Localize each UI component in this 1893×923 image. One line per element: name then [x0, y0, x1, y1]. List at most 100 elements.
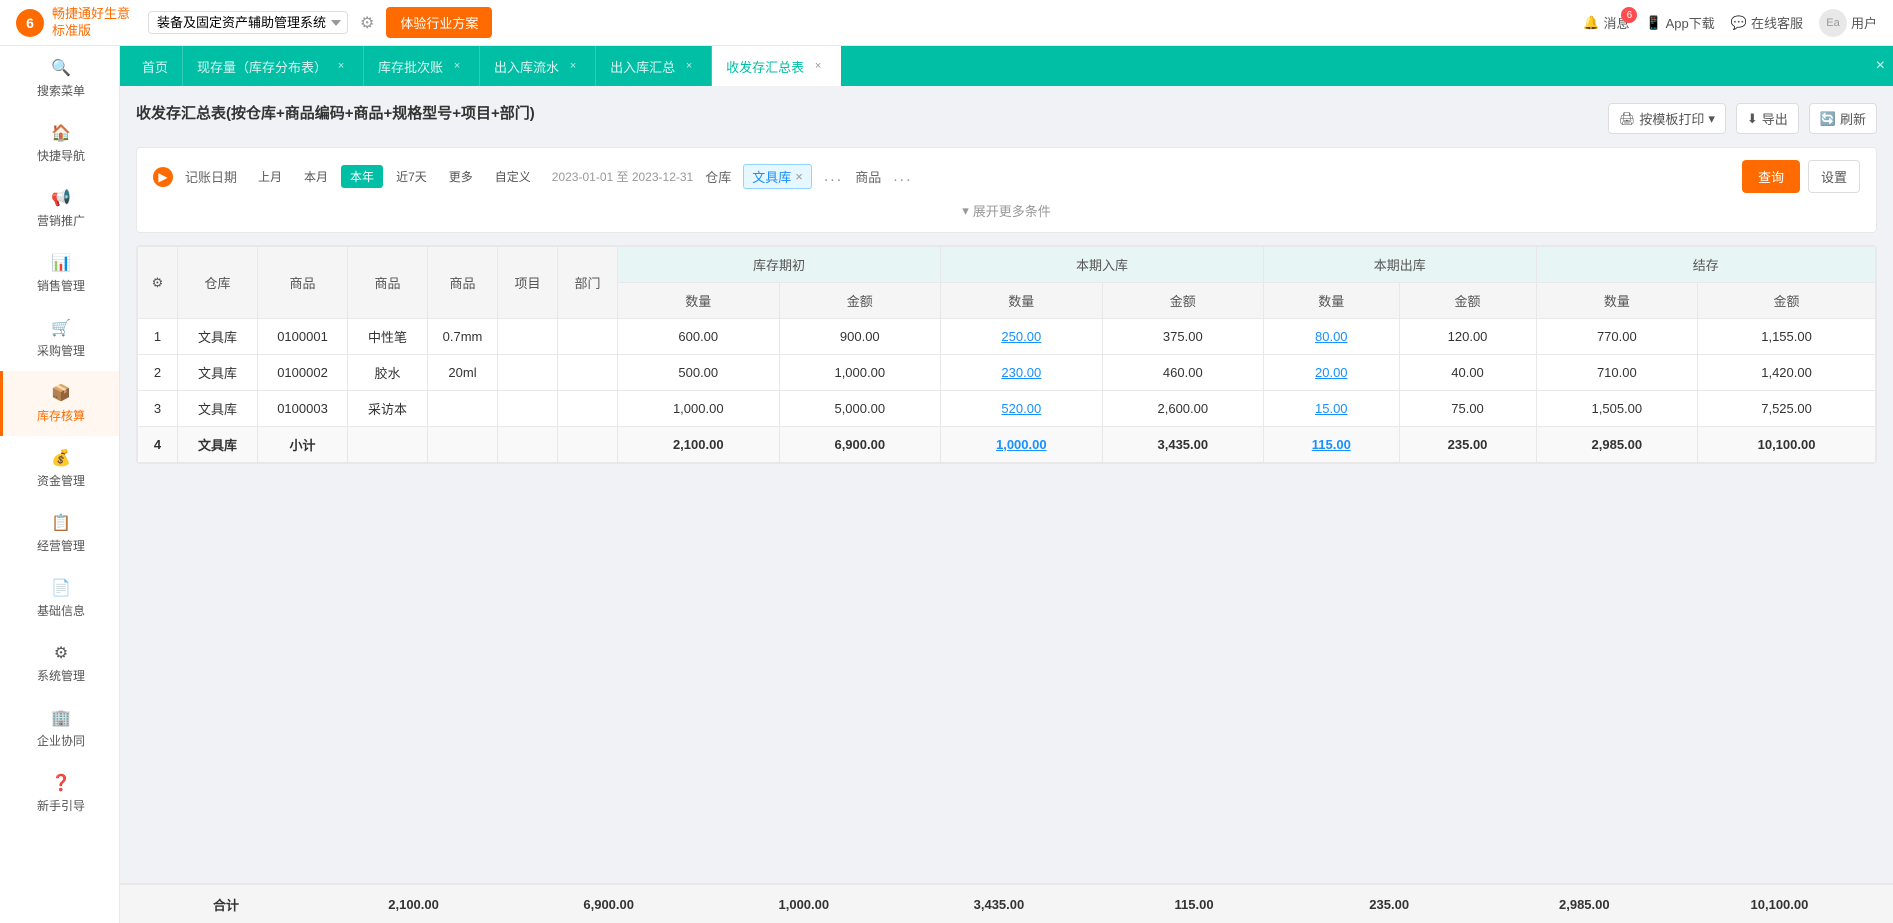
trial-button[interactable]: 体验行业方案: [386, 7, 492, 38]
row1-close-qty: 770.00: [1536, 319, 1698, 355]
export-btn[interactable]: ⬇ 导出: [1736, 103, 1799, 134]
sidebar-item-marketing[interactable]: 📢 营销推广: [0, 176, 119, 241]
tab-close-batch-ledger[interactable]: ×: [449, 58, 465, 74]
subtotal-warehouse: 文具库: [178, 427, 258, 463]
data-table: ⚙ 仓库 商品 商品 商品 项目 部门 库存期初 本期入库 本期出库 结存: [137, 246, 1876, 463]
date-btn-custom[interactable]: 自定义: [486, 165, 540, 188]
basic-info-icon: 📄: [51, 578, 71, 598]
messages-btn[interactable]: 🔔 消息 6: [1583, 13, 1629, 32]
sidebar-item-label: 采购管理: [37, 342, 85, 359]
refresh-btn[interactable]: 🔄 刷新: [1809, 103, 1877, 134]
tab-recv-send-summary[interactable]: 收发存汇总表 ×: [712, 46, 841, 86]
row1-num: 1: [138, 319, 178, 355]
chevron-down-icon: ▾: [1708, 111, 1715, 127]
date-btn-7days[interactable]: 近7天: [387, 165, 436, 188]
row1-dept: [558, 319, 618, 355]
tab-bar-close-btn[interactable]: ×: [1876, 57, 1885, 75]
filter-more-btn[interactable]: ...: [824, 168, 843, 186]
th-closing: 结存: [1536, 247, 1875, 283]
tab-close-inout-summary[interactable]: ×: [681, 58, 697, 74]
system-select[interactable]: 装备及固定资产辅助管理系统: [148, 11, 348, 34]
print-template-btn[interactable]: 🖨 按模板打印 ▾: [1608, 103, 1726, 134]
total-open-amt: 6,900.00: [511, 897, 706, 912]
purchase-icon: 🛒: [51, 318, 71, 338]
subtotal-in-qty[interactable]: 1,000.00: [941, 427, 1103, 463]
row1-in-amt: 375.00: [1102, 319, 1264, 355]
sidebar: 🔍 搜索菜单 🏠 快捷导航 📢 营销推广 📊 销售管理 🛒 采购管理 📦 库存核…: [0, 46, 120, 923]
date-btn-this-year[interactable]: 本年: [341, 165, 383, 188]
sidebar-item-system[interactable]: ⚙ 系统管理: [0, 631, 119, 696]
row3-in-amt: 2,600.00: [1102, 391, 1264, 427]
sidebar-item-inventory[interactable]: 📦 库存核算: [0, 371, 119, 436]
row1-in-qty[interactable]: 250.00: [941, 319, 1103, 355]
date-btn-more[interactable]: 更多: [440, 165, 482, 188]
sidebar-item-quick-nav[interactable]: 🏠 快捷导航: [0, 111, 119, 176]
total-out-qty: 115.00: [1097, 897, 1292, 912]
tab-close-inout-flow[interactable]: ×: [565, 58, 581, 74]
sidebar-item-label: 新手引导: [37, 797, 85, 814]
tab-inventory-dist[interactable]: 现存量（库存分布表） ×: [183, 46, 364, 86]
filter-panel: ▶ 记账日期 上月 本月 本年 近7天 更多 自定义 2023-01-01 至 …: [136, 147, 1877, 233]
date-label: 记账日期: [185, 167, 237, 186]
row1-out-qty[interactable]: 80.00: [1264, 319, 1399, 355]
inventory-icon: 📦: [51, 383, 71, 403]
subtotal-out-qty[interactable]: 115.00: [1264, 427, 1399, 463]
row1-warehouse: 文具库: [178, 319, 258, 355]
th-goods-name: 商品: [348, 247, 428, 319]
sidebar-item-basic-info[interactable]: 📄 基础信息: [0, 566, 119, 631]
tab-close-inventory-dist[interactable]: ×: [333, 58, 349, 74]
th-goods-spec: 商品: [428, 247, 498, 319]
filter-toggle-btn[interactable]: ▶: [153, 167, 173, 187]
sales-icon: 📊: [51, 253, 71, 273]
user-menu-btn[interactable]: Ea 用户: [1819, 9, 1877, 37]
warehouse-tag-close[interactable]: ×: [795, 169, 803, 184]
print-icon: 🖨: [1619, 111, 1636, 127]
th-settings[interactable]: ⚙: [138, 247, 178, 319]
th-in-qty: 数量: [941, 283, 1103, 319]
tab-home[interactable]: 首页: [128, 46, 183, 86]
row3-out-qty[interactable]: 15.00: [1264, 391, 1399, 427]
phone-icon: 📱: [1645, 15, 1661, 31]
marketing-icon: 📢: [51, 188, 71, 208]
subtotal-in-amt: 3,435.00: [1102, 427, 1264, 463]
row2-in-qty[interactable]: 230.00: [941, 355, 1103, 391]
tab-bar: 首页 现存量（库存分布表） × 库存批次账 × 出入库流水 × 出入库汇总 × …: [120, 46, 1893, 86]
sidebar-item-guide[interactable]: ❓ 新手引导: [0, 761, 119, 826]
goods-more-btn[interactable]: ...: [893, 168, 912, 186]
date-shortcuts: 上月 本月 本年 近7天 更多 自定义: [249, 165, 540, 188]
th-inbound: 本期入库: [941, 247, 1264, 283]
sidebar-item-operations[interactable]: 📋 经营管理: [0, 501, 119, 566]
th-close-qty: 数量: [1536, 283, 1698, 319]
tab-inout-flow[interactable]: 出入库流水 ×: [480, 46, 596, 86]
sidebar-item-purchase[interactable]: 🛒 采购管理: [0, 306, 119, 371]
expand-conditions-btn[interactable]: ▾ 展开更多条件: [962, 201, 1051, 220]
sidebar-item-sales[interactable]: 📊 销售管理: [0, 241, 119, 306]
refresh-icon: 🔄: [1820, 111, 1836, 127]
logo-icon: 6: [16, 9, 44, 37]
search-icon: 🔍: [51, 58, 71, 78]
date-range-display: 2023-01-01 至 2023-12-31: [552, 168, 693, 185]
filter-settings-btn[interactable]: 设置: [1808, 160, 1860, 193]
tab-batch-ledger[interactable]: 库存批次账 ×: [364, 46, 480, 86]
app-download-btn[interactable]: 📱 App下载: [1645, 13, 1714, 32]
operations-icon: 📋: [51, 513, 71, 533]
row3-code: 0100003: [258, 391, 348, 427]
tab-close-recv-send[interactable]: ×: [810, 58, 826, 74]
row3-in-qty[interactable]: 520.00: [941, 391, 1103, 427]
total-close-qty: 2,985.00: [1487, 897, 1682, 912]
gear-btn[interactable]: ⚙: [360, 13, 374, 33]
row2-out-qty[interactable]: 20.00: [1264, 355, 1399, 391]
sidebar-item-search[interactable]: 🔍 搜索菜单: [0, 46, 119, 111]
tab-inout-summary[interactable]: 出入库汇总 ×: [596, 46, 712, 86]
sidebar-item-capital[interactable]: 💰 资金管理: [0, 436, 119, 501]
th-open-qty: 数量: [618, 283, 780, 319]
sidebar-item-enterprise[interactable]: 🏢 企业协同: [0, 696, 119, 761]
row2-code: 0100002: [258, 355, 348, 391]
online-service-btn[interactable]: 💬 在线客服: [1731, 13, 1803, 32]
th-in-amt: 金额: [1102, 283, 1264, 319]
date-btn-last-month[interactable]: 上月: [249, 165, 291, 188]
row2-in-amt: 460.00: [1102, 355, 1264, 391]
total-open-qty: 2,100.00: [316, 897, 511, 912]
date-btn-this-month[interactable]: 本月: [295, 165, 337, 188]
query-btn[interactable]: 查询: [1742, 160, 1800, 193]
